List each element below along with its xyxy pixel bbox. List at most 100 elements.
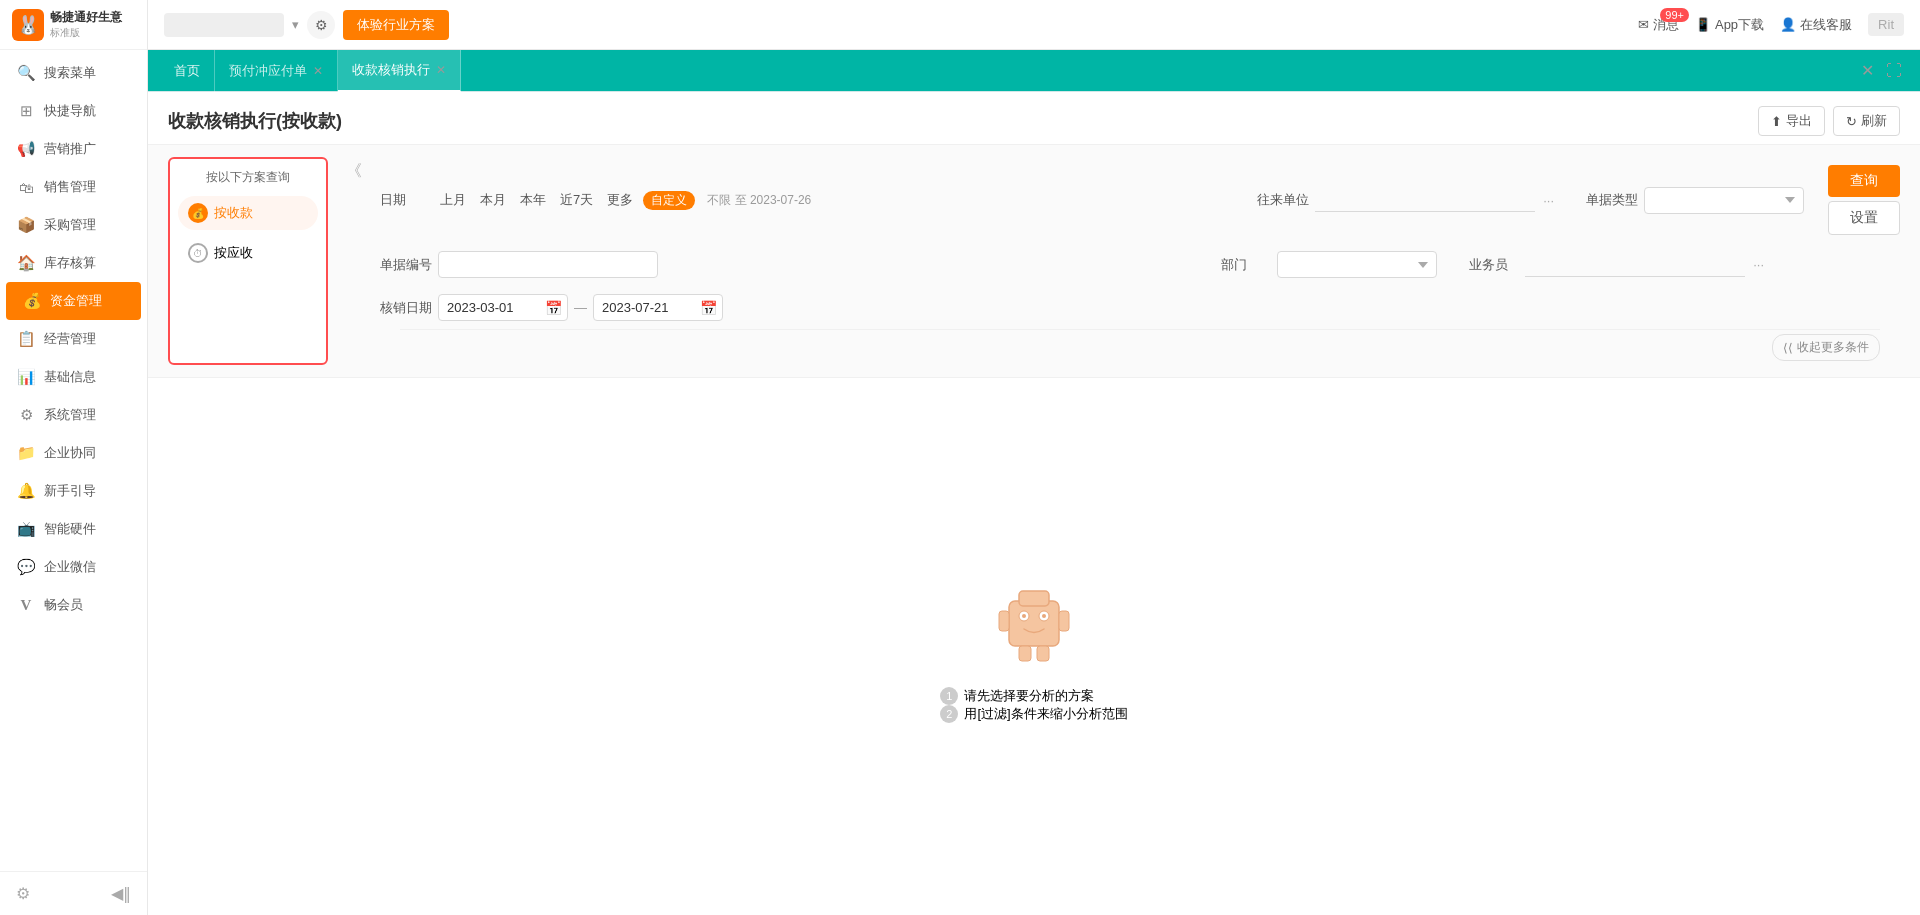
sidebar-item-basics[interactable]: 📊 基础信息: [0, 358, 147, 396]
collapse-more-button[interactable]: ⟨⟨ 收起更多条件: [1772, 334, 1880, 361]
topbar-company: [164, 13, 284, 37]
empty-tip-2: 2 用[过滤]条件来缩小分析范围: [940, 705, 1127, 723]
collapse-sidebar-icon[interactable]: ◀‖: [111, 884, 131, 903]
topbar: ▾ ⚙ 体验行业方案 ✉ 消息 99+ 📱 App下载 👤 在线客服 Rit: [148, 0, 1920, 50]
sidebar-item-label: 经营管理: [44, 330, 96, 348]
purchase-icon: 📦: [16, 216, 36, 234]
staff-input[interactable]: [1525, 253, 1745, 277]
settings-icon[interactable]: ⚙: [16, 884, 30, 903]
filter-row-1: 日期 上月 本月 本年 近7天 更多 自定义 不限 至 2023-07-26: [380, 157, 1900, 243]
export-button[interactable]: ⬆ 导出: [1758, 106, 1825, 136]
date-custom-badge[interactable]: 自定义: [643, 191, 695, 210]
user-avatar[interactable]: Rit: [1868, 13, 1904, 36]
empty-tip-1: 1 请先选择要分析的方案: [940, 687, 1127, 705]
online-service-button[interactable]: 👤 在线客服: [1780, 16, 1852, 34]
tab-prepay-label: 预付冲应付单: [229, 62, 307, 80]
page-header-actions: ⬆ 导出 ↻ 刷新: [1758, 106, 1900, 136]
doc-type-label: 单据类型: [1586, 191, 1638, 209]
receivable-dot: ⏱: [188, 243, 208, 263]
grid-icon: ⊞: [16, 102, 36, 120]
sidebar-item-purchase[interactable]: 📦 采购管理: [0, 206, 147, 244]
sidebar-item-label: 畅会员: [44, 596, 83, 614]
calendar-end-icon[interactable]: 📅: [700, 300, 717, 316]
message-button[interactable]: ✉ 消息 99+: [1638, 16, 1679, 34]
staff-ellipsis-icon[interactable]: ···: [1753, 257, 1764, 272]
sidebar-bottom: ⚙ ◀‖: [0, 871, 147, 915]
topbar-gear-button[interactable]: ⚙: [307, 11, 335, 39]
svg-rect-7: [1059, 611, 1069, 631]
message-icon: ✉: [1638, 17, 1649, 32]
inventory-icon: 🏠: [16, 254, 36, 272]
doc-no-input[interactable]: [438, 251, 658, 278]
sidebar-item-label: 快捷导航: [44, 102, 96, 120]
tip-text-1: 请先选择要分析的方案: [964, 687, 1094, 705]
dept-label: 部门: [1221, 256, 1271, 274]
tab-prepay[interactable]: 预付冲应付单 ✕: [215, 50, 338, 92]
query-option-by-receipt[interactable]: 💰 按收款: [178, 196, 318, 230]
solution-button[interactable]: 体验行业方案: [343, 10, 449, 40]
query-panel: 按以下方案查询 💰 按收款 ⏱ 按应收: [168, 157, 328, 365]
doc-no-label: 单据编号: [380, 256, 432, 274]
query-button[interactable]: 查询: [1828, 165, 1900, 197]
svg-rect-9: [1037, 646, 1049, 661]
svg-rect-6: [999, 611, 1009, 631]
counterpart-input[interactable]: [1315, 188, 1535, 212]
message-badge: 99+: [1660, 8, 1689, 22]
sidebar-item-wechat[interactable]: 💬 企业微信: [0, 548, 147, 586]
sidebar-item-member[interactable]: V 畅会员: [0, 586, 147, 624]
app-download-button[interactable]: 📱 App下载: [1695, 16, 1764, 34]
basics-icon: 📊: [16, 368, 36, 386]
filter-form-container: 日期 上月 本月 本年 近7天 更多 自定义 不限 至 2023-07-26: [380, 157, 1900, 365]
expand-tab-button[interactable]: ⛶: [1880, 62, 1908, 80]
svg-point-4: [1022, 614, 1026, 618]
settings-button[interactable]: 设置: [1828, 201, 1900, 235]
enterprise-icon: 📁: [16, 444, 36, 462]
counterpart-field: 往来单位 ···: [1257, 188, 1554, 212]
main-area: ▾ ⚙ 体验行业方案 ✉ 消息 99+ 📱 App下载 👤 在线客服 Rit: [148, 0, 1920, 915]
sidebar-item-search[interactable]: 🔍 搜索菜单: [0, 54, 147, 92]
collapse-query-panel[interactable]: 《: [340, 159, 368, 184]
gear-icon: ⚙: [315, 17, 328, 33]
doc-type-select[interactable]: [1644, 187, 1804, 214]
sidebar-item-system[interactable]: ⚙ 系统管理: [0, 396, 147, 434]
date-this-year[interactable]: 本年: [516, 189, 550, 211]
date-7days[interactable]: 近7天: [556, 189, 597, 211]
sidebar-item-inventory[interactable]: 🏠 库存核算: [0, 244, 147, 282]
counterpart-label: 往来单位: [1257, 191, 1309, 209]
sidebar-nav: 🔍 搜索菜单 ⊞ 快捷导航 📢 营销推广 🛍 销售管理 📦 采购管理 🏠 库存核…: [0, 50, 147, 871]
sidebar-item-enterprise[interactable]: 📁 企业协同: [0, 434, 147, 472]
action-buttons: 查询 设置: [1828, 165, 1900, 235]
logo-text: 畅捷通好生意 标准版: [50, 10, 122, 39]
sidebar-item-marketing[interactable]: 📢 营销推广: [0, 130, 147, 168]
topbar-left: ▾ ⚙ 体验行业方案: [164, 10, 449, 40]
sidebar-item-sales[interactable]: 🛍 销售管理: [0, 168, 147, 206]
sidebar-item-guide[interactable]: 🔔 新手引导: [0, 472, 147, 510]
dept-select[interactable]: [1277, 251, 1437, 278]
sidebar-item-quicknav[interactable]: ⊞ 快捷导航: [0, 92, 147, 130]
date-last-month[interactable]: 上月: [436, 189, 470, 211]
calendar-start-icon[interactable]: 📅: [545, 300, 562, 316]
tab-home[interactable]: 首页: [160, 50, 215, 92]
sidebar-item-hardware[interactable]: 📺 智能硬件: [0, 510, 147, 548]
tab-prepay-close[interactable]: ✕: [313, 64, 323, 78]
refresh-icon: ↻: [1846, 114, 1857, 129]
query-receipt-label: 按收款: [214, 204, 253, 222]
service-icon: 👤: [1780, 17, 1796, 32]
refresh-button[interactable]: ↻ 刷新: [1833, 106, 1900, 136]
sidebar-item-funds[interactable]: 💰 资金管理: [6, 282, 141, 320]
tab-receipt-verify[interactable]: 收款核销执行 ✕: [338, 50, 461, 92]
topbar-dropdown-icon[interactable]: ▾: [292, 17, 299, 32]
close-tab-button[interactable]: ✕: [1855, 61, 1880, 80]
sidebar-item-operations[interactable]: 📋 经营管理: [0, 320, 147, 358]
query-option-by-receivable[interactable]: ⏱ 按应收: [178, 236, 318, 270]
sidebar-item-label: 企业协同: [44, 444, 96, 462]
counterpart-ellipsis-icon[interactable]: ···: [1543, 193, 1554, 208]
sidebar-item-label: 库存核算: [44, 254, 96, 272]
search-icon: 🔍: [16, 64, 36, 82]
sidebar-logo: 🐰 畅捷通好生意 标准版: [0, 0, 147, 50]
verify-date-end-wrap: 📅: [593, 294, 723, 321]
date-this-month[interactable]: 本月: [476, 189, 510, 211]
date-more[interactable]: 更多: [603, 189, 637, 211]
member-icon: V: [16, 597, 36, 614]
tab-receipt-close[interactable]: ✕: [436, 63, 446, 77]
